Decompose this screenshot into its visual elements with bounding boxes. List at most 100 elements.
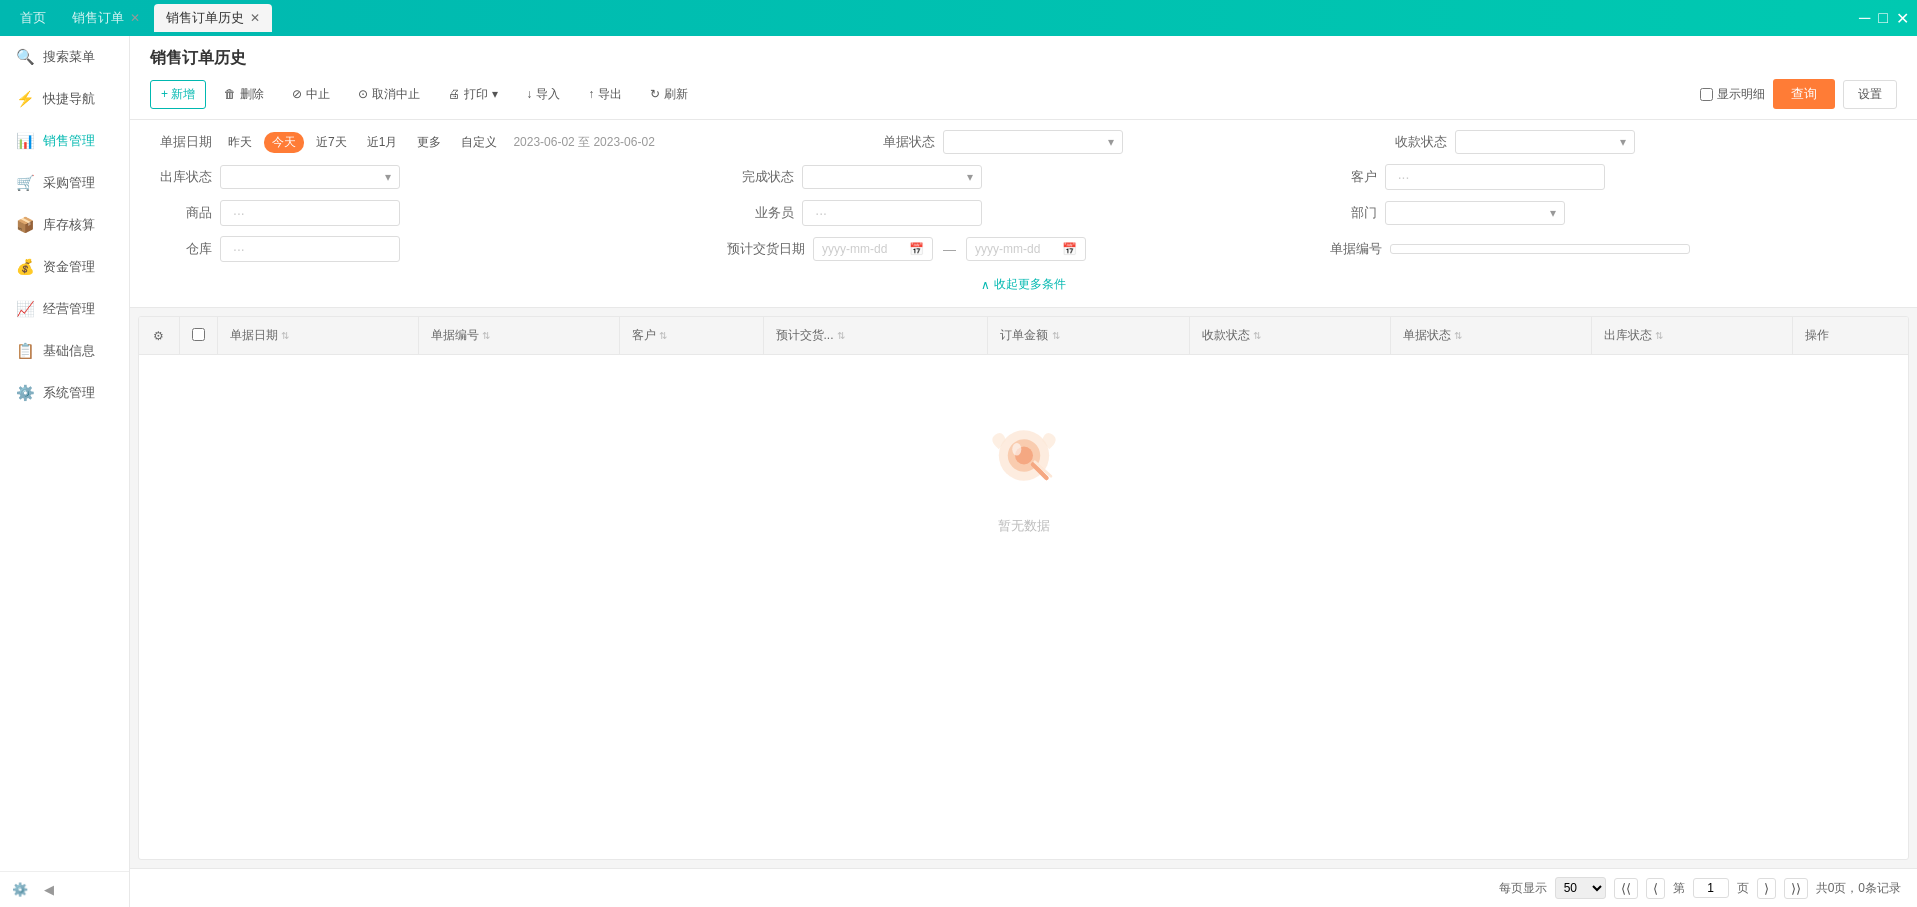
collapse-filter-button[interactable]: ∧ 收起更多条件	[150, 272, 1897, 297]
show-details-checkbox[interactable]	[1700, 88, 1713, 101]
toolbar: + 新增 🗑 删除 ⊘ 中止 ⊙ 取消中止 🖨 打印 ▾	[150, 79, 1897, 119]
product-input[interactable]: ···	[220, 200, 400, 226]
tab-sales-order-history[interactable]: 销售订单历史 ✕	[154, 4, 272, 32]
sidebar-item-system[interactable]: ⚙️ 系统管理	[0, 372, 129, 414]
warehouse-input[interactable]: ···	[220, 236, 400, 262]
order-no-sort-icon[interactable]: ⇅	[482, 330, 490, 341]
calendar-start-icon[interactable]: 📅	[909, 242, 924, 256]
empty-state: 暂无数据	[139, 355, 1908, 595]
stop-button[interactable]: ⊘ 中止	[282, 81, 340, 108]
warehouse-more-icon[interactable]: ···	[233, 241, 245, 257]
th-order-status[interactable]: 单据状态 ⇅	[1390, 317, 1591, 355]
delivery-status-sort-icon[interactable]: ⇅	[1655, 330, 1663, 341]
th-amount[interactable]: 订单金额 ⇅	[988, 317, 1189, 355]
export-button[interactable]: ↑ 导出	[578, 81, 632, 108]
select-all-checkbox[interactable]	[192, 328, 205, 341]
delete-icon: 🗑	[224, 87, 236, 101]
th-date[interactable]: 单据日期 ⇅	[217, 317, 418, 355]
purchase-icon: 🛒	[16, 174, 35, 192]
filter-area: 单据日期 昨天 今天 近7天 近1月 更多 自定义 2023-06-02 至 2…	[130, 120, 1917, 308]
amount-sort-icon[interactable]: ⇅	[1052, 330, 1060, 341]
topbar-close-icon[interactable]: ✕	[1896, 9, 1909, 28]
th-delivery-date[interactable]: 预计交货... ⇅	[763, 317, 988, 355]
tab-home-label: 首页	[20, 9, 46, 27]
settings-button[interactable]: 设置	[1843, 80, 1897, 109]
status-select[interactable]: ▾	[943, 130, 1123, 154]
delivery-date-end[interactable]: yyyy-mm-dd 📅	[966, 237, 1086, 261]
sidebar-item-search[interactable]: 🔍 搜索菜单	[0, 36, 129, 78]
sidebar-item-inventory[interactable]: 📦 库存核算	[0, 204, 129, 246]
calendar-end-icon[interactable]: 📅	[1062, 242, 1077, 256]
customer-sort-icon[interactable]: ⇅	[659, 330, 667, 341]
product-more-icon[interactable]: ···	[233, 205, 245, 221]
sidebar-item-operations[interactable]: 📈 经营管理	[0, 288, 129, 330]
print-button[interactable]: 🖨 打印 ▾	[438, 81, 508, 108]
delivery-date-start[interactable]: yyyy-mm-dd 📅	[813, 237, 933, 261]
date-tab-1month[interactable]: 近1月	[359, 132, 406, 153]
import-icon: ↓	[526, 87, 532, 101]
print-icon: 🖨	[448, 87, 460, 101]
total-records: 共0页，0条记录	[1816, 880, 1901, 897]
sidebar-collapse-icon[interactable]: ◀	[44, 882, 54, 897]
page-suffix: 页	[1737, 880, 1749, 897]
per-page-select[interactable]: 50 10 20 100	[1555, 877, 1606, 899]
topbar-right: ─ □ ✕	[1859, 9, 1909, 28]
sidebar-item-purchase[interactable]: 🛒 采购管理	[0, 162, 129, 204]
sidebar-item-basic-info[interactable]: 📋 基础信息	[0, 330, 129, 372]
empty-text: 暂无数据	[998, 517, 1050, 535]
sidebar-settings-icon[interactable]: ⚙️	[12, 882, 28, 897]
sidebar-item-quick-nav[interactable]: ⚡ 快捷导航	[0, 78, 129, 120]
cancel-stop-button[interactable]: ⊙ 取消中止	[348, 81, 430, 108]
delivery-date-sort-icon[interactable]: ⇅	[837, 330, 845, 341]
import-button[interactable]: ↓ 导入	[516, 81, 570, 108]
completion-select[interactable]: ▾	[802, 165, 982, 189]
date-tab-custom[interactable]: 自定义	[453, 132, 505, 153]
order-status-sort-icon[interactable]: ⇅	[1454, 330, 1462, 341]
topbar-maximize-icon[interactable]: □	[1878, 9, 1888, 27]
delivery-select[interactable]: ▾	[220, 165, 400, 189]
prev-page-button[interactable]: ⟨	[1646, 878, 1665, 899]
th-order-no[interactable]: 单据编号 ⇅	[418, 317, 619, 355]
th-delivery-date-label: 预计交货...	[776, 328, 834, 342]
customer-input[interactable]: ···	[1385, 164, 1605, 190]
sidebar-item-sales[interactable]: 📊 销售管理	[0, 120, 129, 162]
refresh-button[interactable]: ↻ 刷新	[640, 81, 698, 108]
th-payment-status[interactable]: 收款状态 ⇅	[1189, 317, 1390, 355]
customer-more-icon[interactable]: ···	[1398, 169, 1410, 185]
page-number-input[interactable]	[1693, 878, 1729, 898]
payment-select[interactable]: ▾	[1455, 130, 1635, 154]
salesperson-input[interactable]: ···	[802, 200, 982, 226]
filter-row-4: 仓库 ··· 预计交货日期 yyyy-mm-dd 📅 — yyyy-mm-d	[150, 236, 1897, 262]
department-select[interactable]: ▾	[1385, 201, 1565, 225]
tab-sales-order-history-label: 销售订单历史	[166, 9, 244, 27]
sidebar-quick-nav-label: 快捷导航	[43, 90, 95, 108]
th-checkbox[interactable]	[179, 317, 217, 355]
payment-status-sort-icon[interactable]: ⇅	[1253, 330, 1261, 341]
date-tab-more[interactable]: 更多	[409, 132, 449, 153]
order-no-input[interactable]	[1390, 244, 1690, 254]
new-button[interactable]: + 新增	[150, 80, 206, 109]
date-tab-yesterday[interactable]: 昨天	[220, 132, 260, 153]
tab-sales-order[interactable]: 销售订单 ✕	[60, 4, 152, 32]
main-layout: 🔍 搜索菜单 ⚡ 快捷导航 📊 销售管理 🛒 采购管理 📦 库存核算 💰 资金管…	[0, 36, 1917, 907]
topbar-minimize-icon[interactable]: ─	[1859, 9, 1870, 27]
delete-button[interactable]: 🗑 删除	[214, 81, 274, 108]
sidebar-item-finance[interactable]: 💰 资金管理	[0, 246, 129, 288]
date-tab-today[interactable]: 今天	[264, 132, 304, 153]
next-page-button[interactable]: ⟩	[1757, 878, 1776, 899]
payment-dropdown-icon: ▾	[1620, 135, 1626, 149]
th-settings[interactable]: ⚙	[139, 317, 179, 355]
close-sales-order-history-icon[interactable]: ✕	[250, 12, 260, 24]
th-customer[interactable]: 客户 ⇅	[619, 317, 763, 355]
date-tab-7days[interactable]: 近7天	[308, 132, 355, 153]
close-sales-order-icon[interactable]: ✕	[130, 12, 140, 24]
last-page-button[interactable]: ⟩⟩	[1784, 878, 1808, 899]
completion-dropdown-icon: ▾	[967, 170, 973, 184]
date-sort-icon[interactable]: ⇅	[281, 330, 289, 341]
query-button[interactable]: 查询	[1773, 79, 1835, 109]
show-details-checkbox-label[interactable]: 显示明细	[1700, 86, 1765, 103]
first-page-button[interactable]: ⟨⟨	[1614, 878, 1638, 899]
tab-home[interactable]: 首页	[8, 4, 58, 32]
th-delivery-status[interactable]: 出库状态 ⇅	[1591, 317, 1792, 355]
salesperson-more-icon[interactable]: ···	[815, 205, 827, 221]
